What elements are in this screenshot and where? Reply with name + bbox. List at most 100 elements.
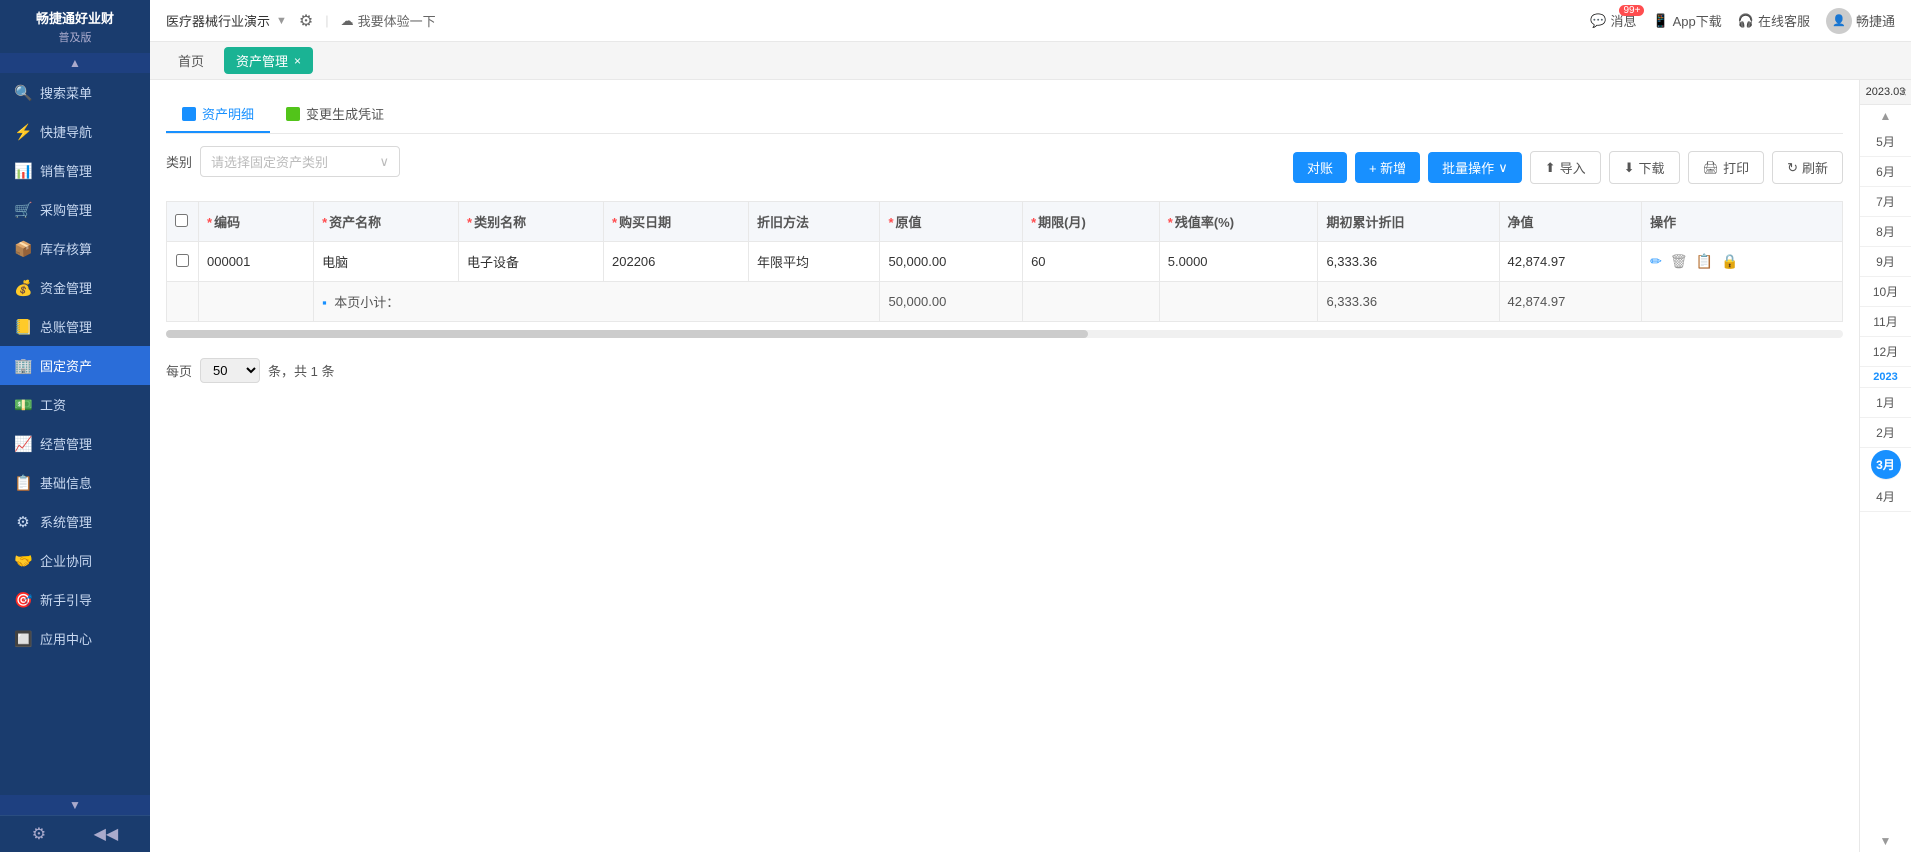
cal-month-2[interactable]: 2月 [1860, 418, 1911, 448]
topbar-company[interactable]: 医疗器械行业演示 ▼ [166, 11, 287, 30]
print-label: 打印 [1723, 158, 1749, 177]
sidebar-item-payroll[interactable]: 💵 工资 [0, 385, 150, 424]
sidebar-item-label: 基础信息 [40, 473, 92, 492]
experience-cloud-icon: ☁ [341, 13, 354, 29]
download-button[interactable]: ⬇ 下载 [1609, 151, 1680, 184]
search-icon: 🔍 [14, 84, 32, 102]
sub-tabs: 资产明细 变更生成凭证 [166, 96, 1843, 134]
message-item[interactable]: 💬 消息 99+ [1590, 11, 1636, 30]
category-arrow-icon: ∨ [380, 154, 390, 170]
logo-title: 畅捷通好业财 [36, 8, 114, 27]
sidebar-item-fixed-assets[interactable]: 🏢 固定资产 [0, 346, 150, 385]
calendar-scroll-down[interactable]: ▼ [1860, 830, 1911, 852]
tab-asset-management[interactable]: 资产管理 × [224, 47, 313, 74]
sales-icon: 📊 [14, 162, 32, 180]
sidebar-bottom: ⚙ ◀◀ [0, 815, 150, 852]
cal-month-8[interactable]: 8月 [1860, 217, 1911, 247]
cal-month-11[interactable]: 11月 [1860, 307, 1911, 337]
per-page-select[interactable]: 50 100 200 [200, 358, 260, 383]
horizontal-scrollbar[interactable] [166, 330, 1843, 338]
tab-home[interactable]: 首页 [166, 47, 216, 74]
sidebar-item-operations[interactable]: 📈 经营管理 [0, 424, 150, 463]
cal-month-5[interactable]: 5月 [1860, 127, 1911, 157]
subtotal-empty-residual [1159, 282, 1318, 322]
scrollbar-thumb[interactable] [166, 330, 1088, 338]
sidebar-item-system[interactable]: ⚙ 系统管理 [0, 502, 150, 541]
cal-month-4[interactable]: 4月 [1860, 482, 1911, 512]
main-content: 医疗器械行业演示 ▼ ⚙ | ☁ 我要体验一下 💬 消息 99+ 📱 App下载… [150, 0, 1911, 852]
edit-icon[interactable]: ✏ [1650, 253, 1662, 270]
delete-icon[interactable]: 🗑 [1670, 253, 1688, 270]
collapse-sidebar-icon[interactable]: ◀◀ [94, 824, 119, 844]
sidebar-item-label: 快捷导航 [40, 122, 92, 141]
calendar-close-icon[interactable]: × [1899, 84, 1907, 100]
sub-tab-asset-detail[interactable]: 资产明细 [166, 96, 270, 133]
sidebar-item-label: 系统管理 [40, 512, 92, 531]
asset-detail-tab-icon [182, 107, 196, 121]
sidebar-item-quick-nav[interactable]: ⚡ 快捷导航 [0, 112, 150, 151]
refresh-button[interactable]: ↻ 刷新 [1772, 151, 1843, 184]
reconcile-button[interactable]: 对账 [1293, 152, 1347, 183]
print-icon: 🖨 [1703, 160, 1720, 176]
sidebar-item-label: 库存核算 [40, 239, 92, 258]
table-header-net-value: 净值 [1499, 202, 1642, 242]
asset-main-content: 资产明细 变更生成凭证 类别 请选择固定资产类别 ∨ 对账 [150, 80, 1859, 852]
topbar: 医疗器械行业演示 ▼ ⚙ | ☁ 我要体验一下 💬 消息 99+ 📱 App下载… [150, 0, 1911, 42]
calendar-header: 2023.03 × [1860, 80, 1911, 105]
settings-bottom-icon[interactable]: ⚙ [32, 824, 46, 844]
batch-arrow-icon: ∨ [1498, 160, 1508, 176]
cal-month-9[interactable]: 9月 [1860, 247, 1911, 277]
user-item[interactable]: 👤 畅捷通 [1826, 8, 1895, 34]
right-panel-toggle[interactable]: ◀ [1859, 446, 1860, 486]
total-count-label: 条，共 1 条 [268, 361, 334, 380]
table-header-checkbox [167, 202, 199, 242]
select-all-checkbox[interactable] [175, 214, 188, 227]
sidebar-item-basic-info[interactable]: 📋 基础信息 [0, 463, 150, 502]
subtotal-original-value: 50,000.00 [880, 282, 1023, 322]
copy-icon[interactable]: 📋 [1696, 253, 1713, 270]
batch-button[interactable]: 批量操作 ∨ [1428, 152, 1522, 183]
cal-month-3-current[interactable]: 3月 [1871, 450, 1901, 480]
filter-row: 类别 请选择固定资产类别 ∨ [166, 146, 400, 177]
app-download-item[interactable]: 📱 App下载 [1652, 11, 1721, 30]
sidebar-scroll-down[interactable]: ▼ [0, 795, 150, 815]
company-dropdown-icon: ▼ [276, 15, 287, 27]
sidebar-item-inventory[interactable]: 📦 库存核算 [0, 229, 150, 268]
lock-icon[interactable]: 🔒 [1721, 253, 1738, 270]
export-button[interactable]: ⬆ 导入 [1530, 151, 1601, 184]
sidebar-item-purchase[interactable]: 🛒 采购管理 [0, 190, 150, 229]
sidebar-item-ledger[interactable]: 📒 总账管理 [0, 307, 150, 346]
cal-month-10[interactable]: 10月 [1860, 277, 1911, 307]
payroll-icon: 💵 [14, 396, 32, 414]
table-header-period: *期限(月) [1023, 202, 1160, 242]
sidebar-item-fund[interactable]: 💰 资金管理 [0, 268, 150, 307]
row-checkbox[interactable] [176, 254, 189, 267]
topbar-experience[interactable]: ☁ 我要体验一下 [341, 11, 436, 30]
calendar-scroll-up[interactable]: ▲ [1860, 105, 1911, 127]
subtotal-empty-period [1023, 282, 1160, 322]
sidebar-item-app-center[interactable]: 🔲 应用中心 [0, 619, 150, 658]
sidebar-scroll-up[interactable]: ▲ [0, 53, 150, 73]
cal-month-1[interactable]: 1月 [1860, 388, 1911, 418]
print-button[interactable]: 🖨 打印 [1688, 151, 1765, 184]
category-select[interactable]: 请选择固定资产类别 ∨ [200, 146, 400, 177]
table-header-actions: 操作 [1642, 202, 1843, 242]
download-icon: ⬇ [1624, 160, 1635, 176]
cal-month-7[interactable]: 7月 [1860, 187, 1911, 217]
sidebar-item-label: 销售管理 [40, 161, 92, 180]
tab-close-icon[interactable]: × [294, 54, 301, 68]
sidebar-item-sales[interactable]: 📊 销售管理 [0, 151, 150, 190]
sidebar-item-enterprise[interactable]: 🤝 企业协同 [0, 541, 150, 580]
sub-tab-change-voucher[interactable]: 变更生成凭证 [270, 96, 400, 133]
service-item[interactable]: 🎧 在线客服 [1738, 11, 1810, 30]
sidebar-item-search[interactable]: 🔍 搜索菜单 [0, 73, 150, 112]
sidebar-item-label: 搜索菜单 [40, 83, 92, 102]
app-download-label: App下载 [1673, 11, 1722, 30]
cal-month-12[interactable]: 12月 [1860, 337, 1911, 367]
cal-month-6[interactable]: 6月 [1860, 157, 1911, 187]
sidebar-item-label: 新手引导 [40, 590, 92, 609]
table-header-purchase-date: *购买日期 [604, 202, 749, 242]
topbar-gear-icon[interactable]: ⚙ [299, 11, 313, 31]
sidebar-item-guide[interactable]: 🎯 新手引导 [0, 580, 150, 619]
new-button[interactable]: + 新增 [1355, 152, 1420, 183]
